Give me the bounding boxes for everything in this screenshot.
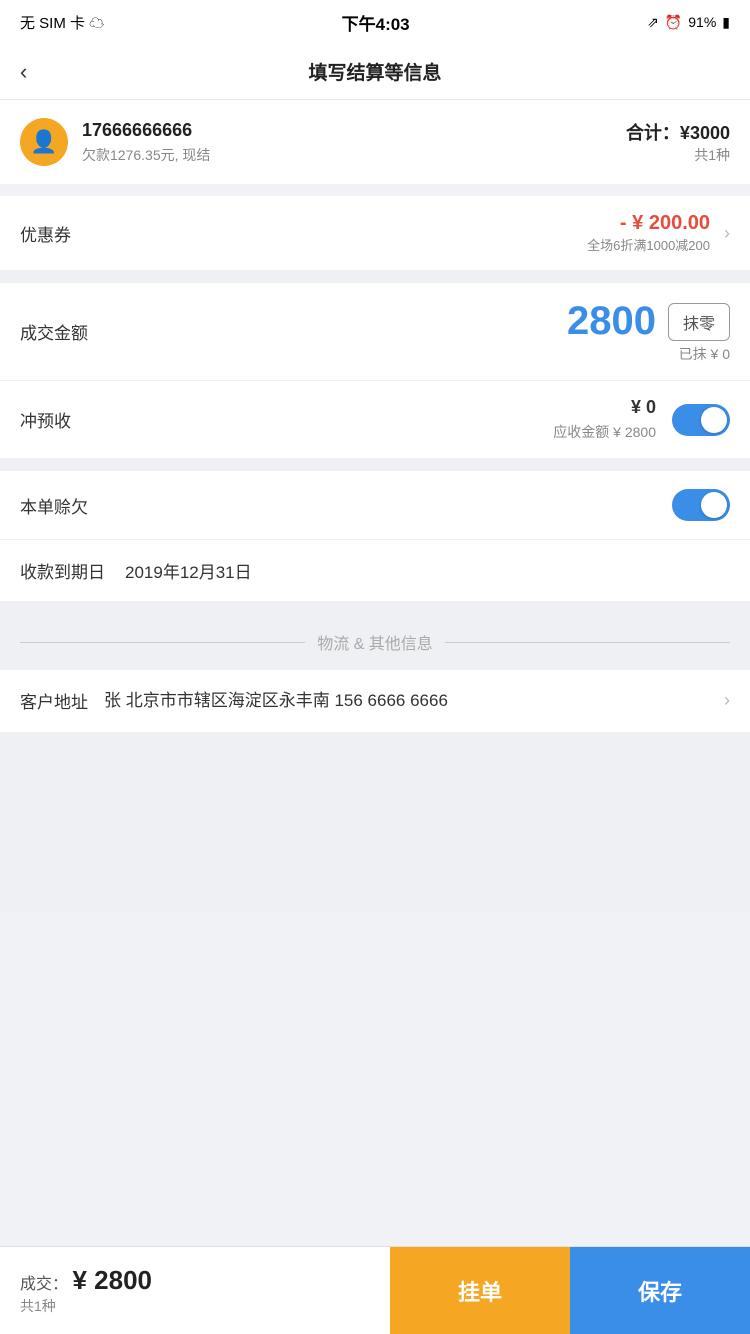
chong-sub: 应收金额 ¥ 2800 (553, 422, 656, 442)
battery-icon: ▮ (722, 14, 730, 31)
customer-info: 17666666666 欠款1276.35元, 现结 (82, 120, 210, 165)
bottom-deal-row: 成交： ¥ 2800 (20, 1265, 370, 1296)
page-title: 填写结算等信息 (308, 58, 441, 85)
avatar-icon: 👤 (30, 129, 57, 155)
customer-left: 👤 17666666666 欠款1276.35元, 现结 (20, 118, 210, 166)
hang-button[interactable]: 挂单 (390, 1247, 570, 1334)
avatar: 👤 (20, 118, 68, 166)
status-time: 下午4:03 (342, 10, 410, 35)
customer-sub: 欠款1276.35元, 现结 (82, 145, 210, 165)
nav-bar: ‹ 填写结算等信息 (0, 44, 750, 100)
section-divider-1 (0, 271, 750, 283)
customer-phone: 17666666666 (82, 120, 210, 141)
status-right: ⇗ ⏰ 91% ▮ (647, 14, 730, 31)
coupon-chevron-icon: › (724, 223, 730, 244)
bottom-count: 共1种 (20, 1296, 370, 1316)
bottom-deal-label: 成交： (20, 1276, 68, 1293)
customer-card: 👤 17666666666 欠款1276.35元, 现结 合计：¥3000 共1… (0, 100, 750, 184)
bendan-label: 本单赊欠 (20, 493, 88, 518)
bottom-deal-value: ¥ 2800 (72, 1265, 152, 1295)
chong-values: ¥ 0 应收金额 ¥ 2800 (553, 397, 656, 442)
section-divider-3 (0, 602, 750, 614)
sim-status: 无 SIM 卡 ☁ (20, 12, 104, 33)
round-button[interactable]: 抹零 (668, 303, 730, 341)
due-value: 2019年12月31日 (125, 558, 252, 583)
location-icon: ⇗ (647, 14, 659, 31)
address-row[interactable]: 客户地址 张 北京市市辖区海淀区永丰南 156 6666 6666 › (0, 670, 750, 733)
gray-area (0, 733, 750, 913)
deal-amount-value: 2800 (567, 299, 656, 344)
logistics-line-left (20, 642, 305, 643)
customer-total: 合计：¥3000 共1种 (626, 119, 730, 165)
deal-label: 成交金额 (20, 319, 88, 344)
status-left: 无 SIM 卡 ☁ (20, 12, 104, 33)
chong-label: 冲预收 (20, 407, 71, 432)
total-count: 共1种 (626, 145, 730, 165)
deal-sub: 已抹 ¥ 0 (679, 344, 730, 364)
bottom-left: 成交： ¥ 2800 共1种 (0, 1265, 390, 1316)
address-chevron-icon: › (724, 690, 730, 711)
logistics-divider: 物流 & 其他信息 (0, 614, 750, 670)
coupon-desc: 全场6折满1000减200 (587, 235, 710, 254)
coupon-value: - ¥ 200.00 (587, 212, 710, 235)
section-divider-2 (0, 459, 750, 471)
coupon-label: 优惠券 (20, 221, 71, 246)
bottom-bar: 成交： ¥ 2800 共1种 挂单 保存 (0, 1246, 750, 1334)
chong-right: ¥ 0 应收金额 ¥ 2800 (553, 397, 730, 442)
due-date-section: 收款到期日 2019年12月31日 (0, 540, 750, 602)
chong-section: 冲预收 ¥ 0 应收金额 ¥ 2800 (0, 381, 750, 459)
bendan-toggle[interactable] (672, 489, 730, 521)
save-button[interactable]: 保存 (570, 1247, 750, 1334)
status-bar: 无 SIM 卡 ☁ 下午4:03 ⇗ ⏰ 91% ▮ (0, 0, 750, 44)
alarm-icon: ⏰ (665, 14, 682, 31)
address-value: 张 北京市市辖区海淀区永丰南 156 6666 6666 (104, 688, 708, 714)
coupon-right: - ¥ 200.00 全场6折满1000减200 › (587, 212, 730, 254)
deal-right: 2800 抹零 (567, 299, 730, 344)
back-button[interactable]: ‹ (20, 51, 39, 93)
chong-toggle[interactable] (672, 404, 730, 436)
logistics-text: 物流 & 其他信息 (317, 630, 433, 654)
coupon-row[interactable]: 优惠券 - ¥ 200.00 全场6折满1000减200 › (0, 196, 750, 271)
total-value: 合计：¥3000 (626, 119, 730, 145)
deal-amount-section: 成交金额 2800 抹零 已抹 ¥ 0 (0, 283, 750, 381)
battery-status: 91% (688, 14, 716, 30)
address-label: 客户地址 (20, 688, 88, 713)
bendan-section: 本单赊欠 (0, 471, 750, 540)
content: 👤 17666666666 欠款1276.35元, 现结 合计：¥3000 共1… (0, 100, 750, 1003)
chong-value: ¥ 0 (631, 397, 656, 418)
due-label: 收款到期日 (20, 558, 105, 583)
logistics-line-right (445, 642, 730, 643)
